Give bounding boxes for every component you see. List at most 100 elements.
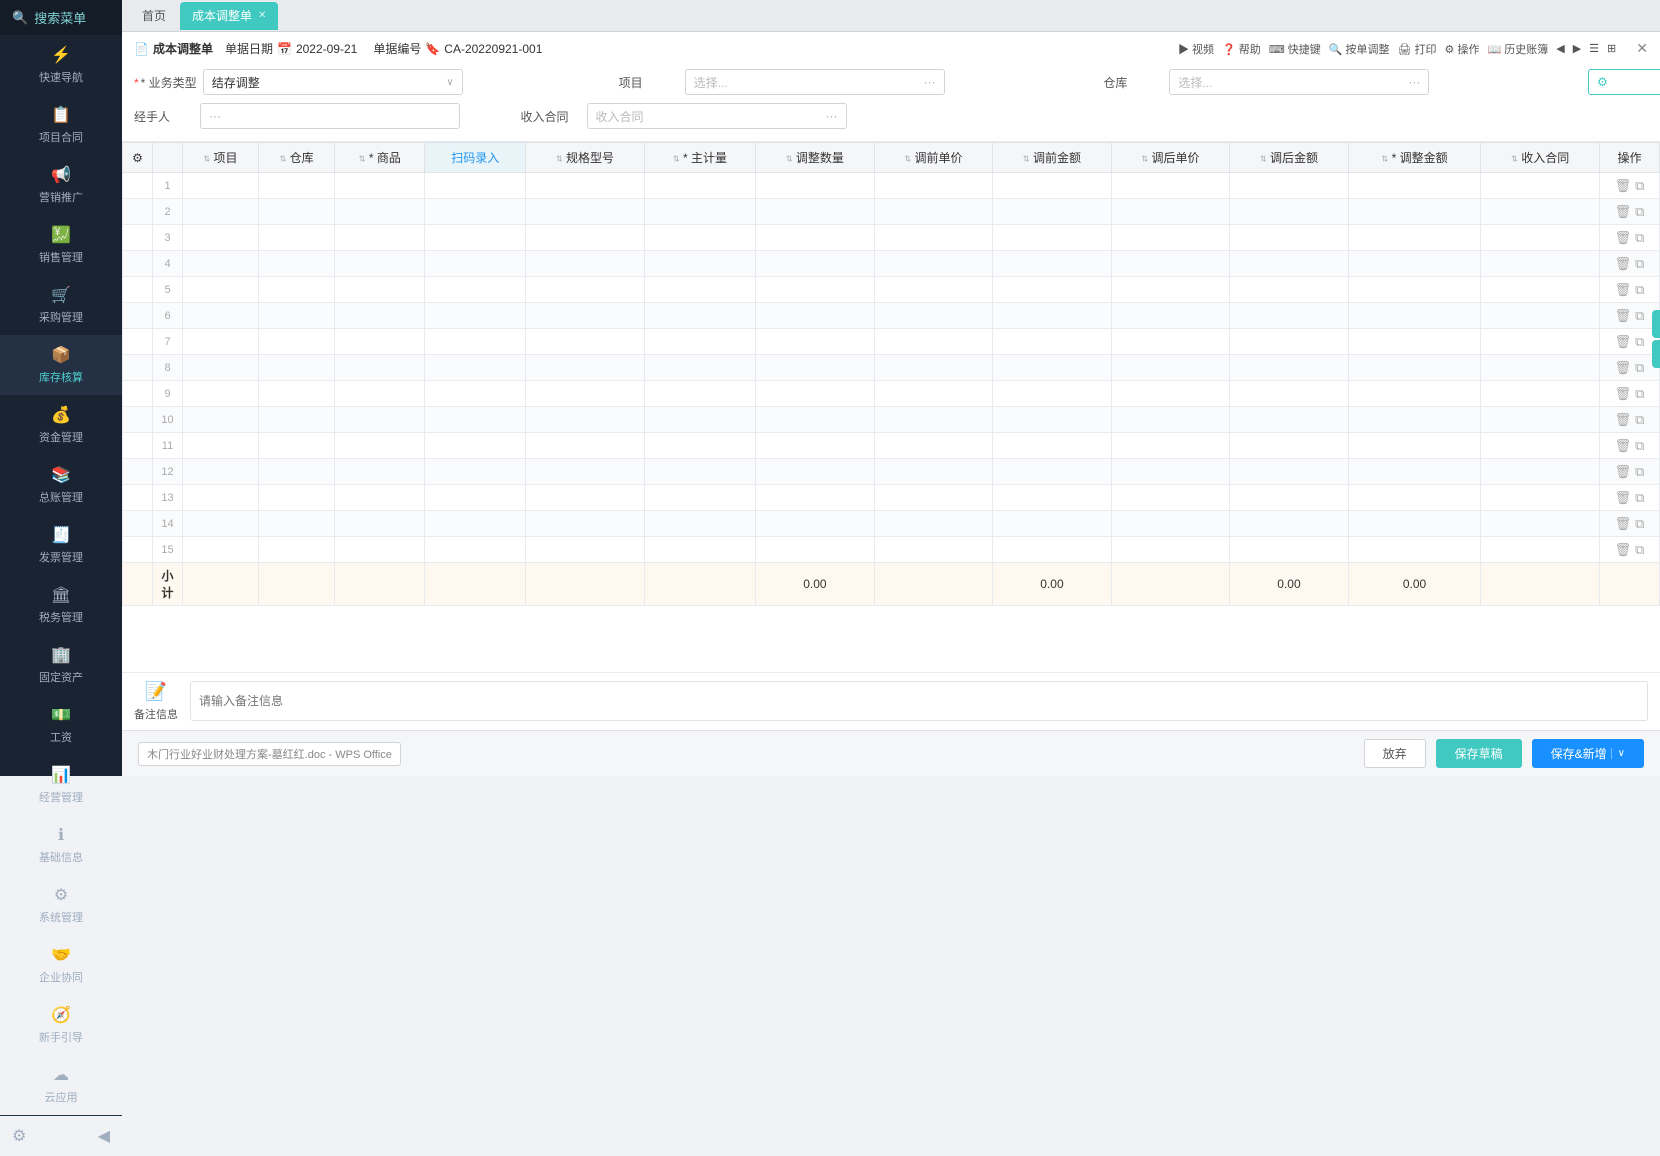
td-adjust-qty-3[interactable] (756, 225, 875, 251)
td-spec-15[interactable] (526, 537, 645, 563)
td-project-8[interactable] (183, 355, 259, 381)
td-post-unit-price-3[interactable] (1111, 225, 1230, 251)
toolbar-help[interactable]: ❓ 帮助 (1222, 41, 1261, 57)
copy-icon-8[interactable]: ⧉ (1635, 360, 1644, 376)
td-unit-9[interactable] (644, 381, 755, 407)
td-spec-1[interactable] (526, 173, 645, 199)
td-unit-6[interactable] (644, 303, 755, 329)
td-warehouse-14[interactable] (259, 511, 335, 537)
td-product-2[interactable] (335, 199, 425, 225)
td-pre-unit-price-12[interactable] (874, 459, 993, 485)
copy-icon-14[interactable]: ⧉ (1635, 516, 1644, 532)
td-warehouse-12[interactable] (259, 459, 335, 485)
td-post-amount-15[interactable] (1230, 537, 1349, 563)
sidebar-item-invoice-mgmt[interactable]: 🧾 发票管理 (0, 515, 122, 575)
td-post-amount-11[interactable] (1230, 433, 1349, 459)
handler-input[interactable]: ··· (200, 103, 460, 129)
td-pre-amount-3[interactable] (993, 225, 1112, 251)
td-adjust-qty-10[interactable] (756, 407, 875, 433)
td-product-11[interactable] (335, 433, 425, 459)
td-post-amount-6[interactable] (1230, 303, 1349, 329)
td-scan-input-9[interactable] (425, 381, 526, 407)
toolbar-view[interactable]: ▶ 视频 (1178, 41, 1214, 57)
sidebar-item-fixed-assets[interactable]: 🏢 固定资产 (0, 635, 122, 695)
delete-icon-1[interactable]: 🗑 (1615, 178, 1632, 194)
td-project-15[interactable] (183, 537, 259, 563)
td-pre-amount-2[interactable] (993, 199, 1112, 225)
td-ops-2[interactable]: 🗑⧉ (1600, 199, 1660, 225)
td-post-amount-13[interactable] (1230, 485, 1349, 511)
td-warehouse-15[interactable] (259, 537, 335, 563)
td-adjust-amount-9[interactable] (1348, 381, 1481, 407)
copy-icon-2[interactable]: ⧉ (1635, 204, 1644, 220)
td-pre-unit-price-11[interactable] (874, 433, 993, 459)
sidebar-item-sales-promotion[interactable]: 📢 营销推广 (0, 155, 122, 215)
td-unit-10[interactable] (644, 407, 755, 433)
td-ops-14[interactable]: 🗑⧉ (1600, 511, 1660, 537)
delete-icon-12[interactable]: 🗑 (1615, 464, 1632, 480)
td-project-9[interactable] (183, 381, 259, 407)
td-warehouse-9[interactable] (259, 381, 335, 407)
sidebar-item-system-mgmt[interactable]: ⚙ 系统管理 (0, 875, 122, 935)
td-adjust-qty-9[interactable] (756, 381, 875, 407)
td-project-4[interactable] (183, 251, 259, 277)
td-project-3[interactable] (183, 225, 259, 251)
td-product-15[interactable] (335, 537, 425, 563)
copy-icon-1[interactable]: ⧉ (1635, 178, 1644, 194)
td-post-amount-3[interactable] (1230, 225, 1349, 251)
td-adjust-qty-15[interactable] (756, 537, 875, 563)
sidebar-item-general-ledger[interactable]: 📚 总账管理 (0, 455, 122, 515)
td-adjust-amount-2[interactable] (1348, 199, 1481, 225)
td-project-10[interactable] (183, 407, 259, 433)
td-warehouse-11[interactable] (259, 433, 335, 459)
sidebar-item-project-contract[interactable]: 📋 项目合同 (0, 95, 122, 155)
td-spec-9[interactable] (526, 381, 645, 407)
td-spec-5[interactable] (526, 277, 645, 303)
td-project-13[interactable] (183, 485, 259, 511)
td-post-amount-9[interactable] (1230, 381, 1349, 407)
td-pre-amount-5[interactable] (993, 277, 1112, 303)
sidebar-item-cloud-apps[interactable]: ☁ 云应用 (0, 1055, 122, 1115)
td-warehouse-8[interactable] (259, 355, 335, 381)
td-scan-input-15[interactable] (425, 537, 526, 563)
tab-close-cost-adjust[interactable]: ✕ (258, 11, 266, 21)
toolbar-layout2[interactable]: ⊞ (1607, 42, 1616, 55)
td-post-unit-price-2[interactable] (1111, 199, 1230, 225)
td-adjust-amount-14[interactable] (1348, 511, 1481, 537)
sidebar-item-quick-nav[interactable]: ⚡ 快速导航 (0, 35, 122, 95)
save-draft-button[interactable]: 保存草稿 (1436, 739, 1522, 768)
td-scan-input-5[interactable] (425, 277, 526, 303)
td-pre-amount-11[interactable] (993, 433, 1112, 459)
td-pre-unit-price-7[interactable] (874, 329, 993, 355)
td-ops-15[interactable]: 🗑⧉ (1600, 537, 1660, 563)
td-pre-unit-price-15[interactable] (874, 537, 993, 563)
td-project-14[interactable] (183, 511, 259, 537)
td-adjust-qty-12[interactable] (756, 459, 875, 485)
td-pre-amount-9[interactable] (993, 381, 1112, 407)
sidebar-item-purchase-mgmt[interactable]: 🛒 采购管理 (0, 275, 122, 335)
td-adjust-amount-6[interactable] (1348, 303, 1481, 329)
td-post-unit-price-5[interactable] (1111, 277, 1230, 303)
td-post-unit-price-1[interactable] (1111, 173, 1230, 199)
save-new-button[interactable]: 保存&新增 ∨ (1532, 739, 1644, 768)
td-ops-1[interactable]: 🗑⧉ (1600, 173, 1660, 199)
sidebar-item-sales-mgmt[interactable]: 💹 销售管理 (0, 215, 122, 275)
td-adjust-amount-3[interactable] (1348, 225, 1481, 251)
td-post-amount-10[interactable] (1230, 407, 1349, 433)
copy-icon-5[interactable]: ⧉ (1635, 282, 1644, 298)
td-pre-unit-price-3[interactable] (874, 225, 993, 251)
td-spec-7[interactable] (526, 329, 645, 355)
td-income-contract-5[interactable] (1481, 277, 1600, 303)
td-adjust-qty-6[interactable] (756, 303, 875, 329)
td-spec-10[interactable] (526, 407, 645, 433)
copy-icon-12[interactable]: ⧉ (1635, 464, 1644, 480)
td-unit-7[interactable] (644, 329, 755, 355)
td-ops-8[interactable]: 🗑⧉ (1600, 355, 1660, 381)
td-adjust-amount-5[interactable] (1348, 277, 1481, 303)
sidebar-search[interactable]: 🔍 搜索菜单 (0, 0, 122, 35)
td-adjust-qty-8[interactable] (756, 355, 875, 381)
td-ops-4[interactable]: 🗑⧉ (1600, 251, 1660, 277)
td-unit-13[interactable] (644, 485, 755, 511)
td-income-contract-13[interactable] (1481, 485, 1600, 511)
td-pre-unit-price-8[interactable] (874, 355, 993, 381)
